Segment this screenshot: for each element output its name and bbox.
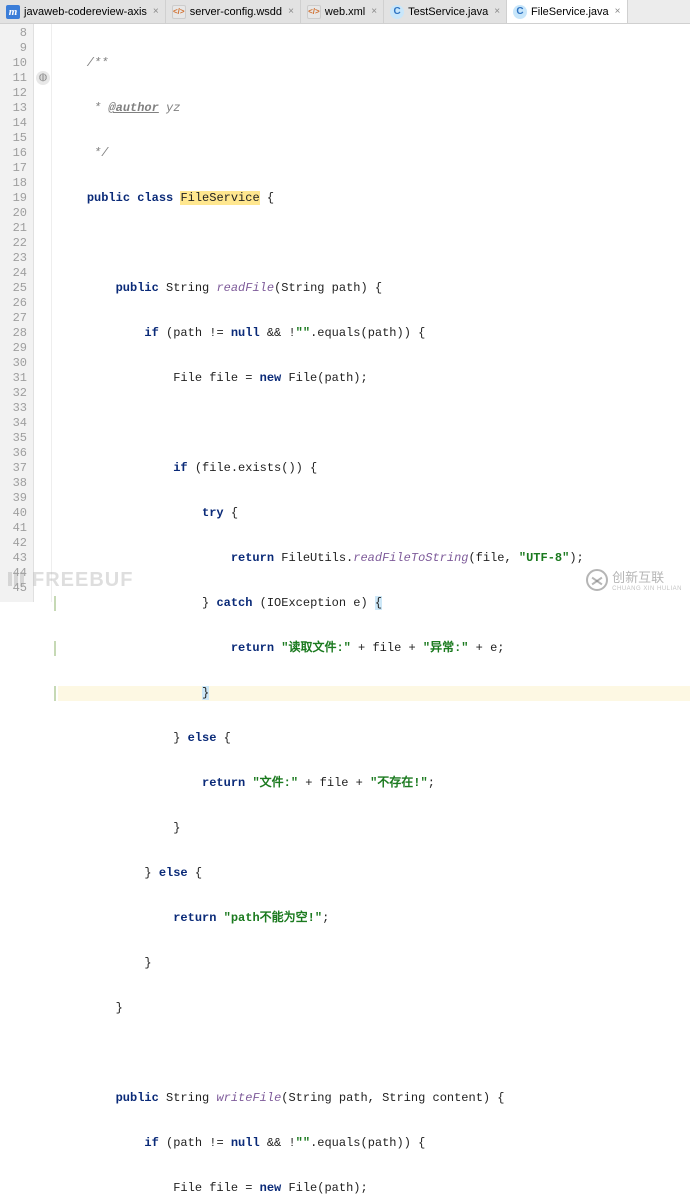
line-number: 16 <box>0 146 27 161</box>
line-number: 14 <box>0 116 27 131</box>
line-number: 25 <box>0 281 27 296</box>
line-number: 21 <box>0 221 27 236</box>
tab-fileservice-java[interactable]: C FileService.java × <box>507 0 627 23</box>
line-number-gutter: 8910111213141516171819202122232425262728… <box>0 24 34 602</box>
tab-label: TestService.java <box>408 6 488 18</box>
line-number: 36 <box>0 446 27 461</box>
tab-label: FileService.java <box>531 6 609 18</box>
tab-testservice-java[interactable]: C TestService.java × <box>384 0 507 23</box>
line-number: 15 <box>0 131 27 146</box>
code-area[interactable]: /** * @author yz */ public class FileSer… <box>52 24 690 602</box>
line-number: 20 <box>0 206 27 221</box>
line-number: 35 <box>0 431 27 446</box>
line-number: 44 <box>0 566 27 581</box>
change-marker <box>54 596 56 611</box>
xml-icon: </> <box>307 5 321 19</box>
maven-icon: m <box>6 5 20 19</box>
line-number: 37 <box>0 461 27 476</box>
tab-javaweb-codereview-axis[interactable]: m javaweb-codereview-axis × <box>0 0 166 23</box>
class-name-highlight: FileService <box>180 191 259 205</box>
tab-web-xml[interactable]: </> web.xml × <box>301 0 384 23</box>
selection: } <box>202 686 209 700</box>
close-icon[interactable]: × <box>153 6 159 17</box>
line-number: 45 <box>0 581 27 596</box>
line-number: 18 <box>0 176 27 191</box>
line-number: 10 <box>0 56 27 71</box>
line-number: 26 <box>0 296 27 311</box>
java-class-icon: C <box>390 5 404 19</box>
line-number: 17 <box>0 161 27 176</box>
selection: { <box>375 596 382 610</box>
line-number: 41 <box>0 521 27 536</box>
code-editor[interactable]: 8910111213141516171819202122232425262728… <box>0 24 690 602</box>
line-number: 23 <box>0 251 27 266</box>
line-number: 30 <box>0 356 27 371</box>
line-number: 32 <box>0 386 27 401</box>
tab-label: web.xml <box>325 6 365 18</box>
editor-tabbar: m javaweb-codereview-axis × </> server-c… <box>0 0 690 24</box>
close-icon[interactable]: × <box>371 6 377 17</box>
line-number: 42 <box>0 536 27 551</box>
line-number: 38 <box>0 476 27 491</box>
line-number: 31 <box>0 371 27 386</box>
line-number: 29 <box>0 341 27 356</box>
line-number: 11 <box>0 71 27 86</box>
close-icon[interactable]: × <box>615 6 621 17</box>
marker-gutter: ◍ <box>34 24 52 602</box>
line-number: 19 <box>0 191 27 206</box>
line-number: 9 <box>0 41 27 56</box>
line-number: 12 <box>0 86 27 101</box>
tab-server-config-wsdd[interactable]: </> server-config.wsdd × <box>166 0 301 23</box>
line-number: 13 <box>0 101 27 116</box>
line-number: 33 <box>0 401 27 416</box>
line-number: 34 <box>0 416 27 431</box>
line-number: 24 <box>0 266 27 281</box>
tab-label: javaweb-codereview-axis <box>24 6 147 18</box>
web-usage-icon: ◍ <box>36 71 50 85</box>
line-number: 40 <box>0 506 27 521</box>
line-number: 8 <box>0 26 27 41</box>
wsdd-icon: </> <box>172 5 186 19</box>
close-icon[interactable]: × <box>494 6 500 17</box>
line-number: 28 <box>0 326 27 341</box>
line-number: 27 <box>0 311 27 326</box>
change-marker <box>54 641 56 656</box>
line-number: 39 <box>0 491 27 506</box>
line-number: 22 <box>0 236 27 251</box>
close-icon[interactable]: × <box>288 6 294 17</box>
java-class-icon: C <box>513 5 527 19</box>
tab-label: server-config.wsdd <box>190 6 282 18</box>
current-line: } <box>58 686 690 701</box>
line-number: 43 <box>0 551 27 566</box>
change-marker <box>54 686 56 701</box>
